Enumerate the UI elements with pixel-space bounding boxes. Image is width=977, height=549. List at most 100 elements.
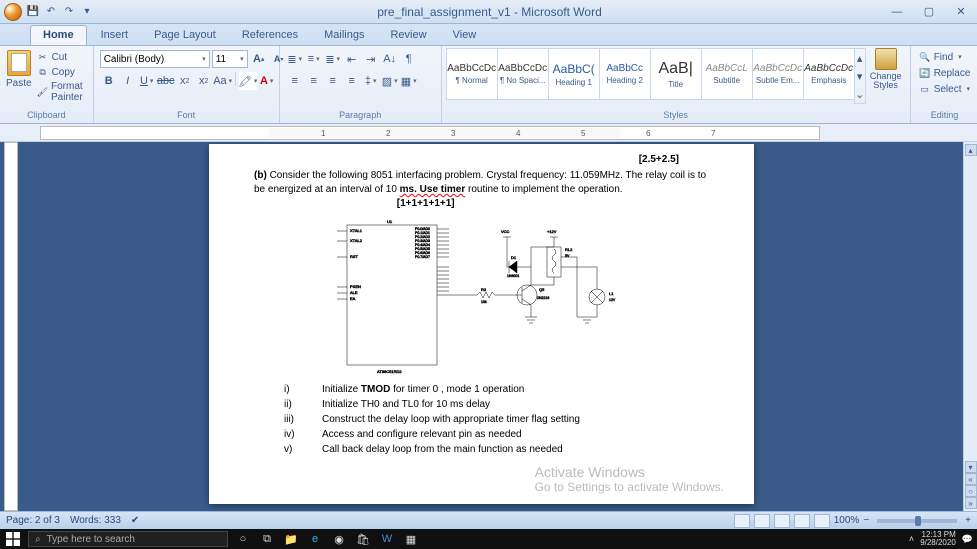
gallery-down-button[interactable]: ▾ [855,67,865,85]
align-center-button[interactable]: ≡ [305,72,323,90]
bullets-button[interactable]: ≣▾ [286,50,304,68]
strikethrough-button[interactable]: abc [157,72,175,90]
spell-check-icon[interactable]: ✔ [131,515,139,526]
print-layout-view-button[interactable] [734,514,750,528]
cortana-icon[interactable]: ○ [234,531,252,547]
tab-review[interactable]: Review [378,26,438,45]
style-subtitle[interactable]: AaBbCcLSubtitle [701,48,753,100]
document-area[interactable]: [2.5+2.5] (b) Consider the following 805… [0,142,963,511]
next-page-button[interactable]: » [965,497,977,509]
svg-text:10k: 10k [481,300,487,304]
taskbar-search[interactable]: ⌕ Type here to search [28,531,228,547]
multilevel-button[interactable]: ≣▾ [324,50,342,68]
scroll-down-button[interactable]: ▾ [965,461,977,473]
zoom-in-button[interactable]: + [965,515,971,526]
tab-page-layout[interactable]: Page Layout [142,26,228,45]
redo-icon[interactable]: ↷ [62,5,76,19]
select-button[interactable]: ▭Select▾ [917,82,973,96]
tab-view[interactable]: View [441,26,489,45]
show-marks-button[interactable]: ¶ [400,50,418,68]
style-normal[interactable]: AaBbCcDc¶ Normal [446,48,498,100]
chrome-icon[interactable]: ◉ [330,531,348,547]
scroll-up-button[interactable]: ▴ [965,144,977,156]
document-page[interactable]: [2.5+2.5] (b) Consider the following 805… [209,144,754,504]
word-icon[interactable]: W [378,531,396,547]
font-name-select[interactable]: Calibri (Body)▾ [100,50,210,68]
tab-mailings[interactable]: Mailings [312,26,376,45]
full-screen-view-button[interactable] [754,514,770,528]
style-emphasis[interactable]: AaBbCcDcEmphasis [803,48,854,100]
horizontal-ruler[interactable]: 1 2 3 4 5 6 7 [0,124,977,142]
start-button[interactable] [4,531,22,547]
notifications-icon[interactable]: 💬 [962,534,973,545]
subparts-list: i)Initialize TMOD for timer 0 , mode 1 o… [284,383,709,456]
qat-customize-icon[interactable]: ▾ [80,5,94,19]
tab-insert[interactable]: Insert [89,26,141,45]
grow-font-button[interactable]: A▴ [250,50,268,68]
decrease-indent-button[interactable]: ⇤ [343,50,361,68]
web-layout-view-button[interactable] [774,514,790,528]
format-painter-button[interactable]: 🖌Format Painter [36,80,87,104]
style-heading1[interactable]: AaBbC(Heading 1 [548,48,600,100]
style-nospacing[interactable]: AaBbCcDc¶ No Spaci... [497,48,549,100]
system-clock[interactable]: 12:13 PM 9/28/2020 [920,531,956,547]
word-count[interactable]: Words: 333 [70,515,121,526]
justify-button[interactable]: ≡ [343,72,361,90]
style-heading2[interactable]: AaBbCcHeading 2 [599,48,651,100]
tray-expand-icon[interactable]: ˄ [909,534,914,544]
numbering-button[interactable]: ≡▾ [305,50,323,68]
subscript-button[interactable]: x2 [176,72,194,90]
replace-button[interactable]: 🔄Replace [917,66,973,80]
tab-references[interactable]: References [230,26,310,45]
change-case-button[interactable]: Aa▾ [214,72,232,90]
copy-icon: ⧉ [37,66,49,78]
line-spacing-button[interactable]: ‡▾ [362,72,380,90]
undo-icon[interactable]: ↶ [44,5,58,19]
edge-icon[interactable]: e [306,531,324,547]
office-button[interactable] [4,3,22,21]
style-subtle-em[interactable]: AaBbCcDcSubtle Em... [752,48,804,100]
superscript-button[interactable]: x2 [195,72,213,90]
vertical-scrollbar[interactable]: ▴ ▾ « ○ » [963,142,977,511]
minimize-button[interactable]: — [885,3,909,21]
maximize-button[interactable]: ▢ [917,3,941,21]
find-button[interactable]: 🔍Find▾ [917,50,973,64]
font-size-select[interactable]: 11▾ [212,50,248,68]
gallery-up-button[interactable]: ▴ [855,49,865,67]
align-left-button[interactable]: ≡ [286,72,304,90]
zoom-out-button[interactable]: − [863,515,869,526]
style-title[interactable]: AaB|Title [650,48,702,100]
save-icon[interactable]: 💾 [26,5,40,19]
browse-object-button[interactable]: ○ [965,485,977,497]
zoom-level[interactable]: 100% [834,515,860,526]
italic-button[interactable]: I [119,72,137,90]
font-color-button[interactable]: A▾ [258,72,276,90]
cut-button[interactable]: ✂Cut [36,50,87,64]
page-status[interactable]: Page: 2 of 3 [6,515,60,526]
tab-home[interactable]: Home [30,25,87,45]
shading-button[interactable]: ▨▾ [381,72,399,90]
change-styles-button[interactable]: Change Styles [866,48,906,90]
close-button[interactable]: ✕ [949,3,973,21]
vertical-ruler[interactable] [4,142,18,511]
app-icon[interactable]: ▦ [402,531,420,547]
outline-view-button[interactable] [794,514,810,528]
borders-button[interactable]: ▦▾ [400,72,418,90]
prev-page-button[interactable]: « [965,473,977,485]
bold-button[interactable]: B [100,72,118,90]
underline-button[interactable]: U▾ [138,72,156,90]
highlight-button[interactable]: 🖍▾ [239,72,257,90]
paste-button[interactable]: Paste [4,48,34,91]
gallery-more-button[interactable]: ⌄ [855,85,865,103]
replace-label: Replace [934,68,971,79]
store-icon[interactable]: 🛍 [354,531,372,547]
align-right-button[interactable]: ≡ [324,72,342,90]
increase-indent-button[interactable]: ⇥ [362,50,380,68]
file-explorer-icon[interactable]: 📁 [282,531,300,547]
draft-view-button[interactable] [814,514,830,528]
styles-gallery[interactable]: AaBbCcDc¶ Normal AaBbCcDc¶ No Spaci... A… [446,48,854,104]
copy-button[interactable]: ⧉Copy [36,65,87,79]
zoom-slider[interactable] [877,519,957,523]
task-view-icon[interactable]: ⧉ [258,531,276,547]
sort-button[interactable]: A↓ [381,50,399,68]
